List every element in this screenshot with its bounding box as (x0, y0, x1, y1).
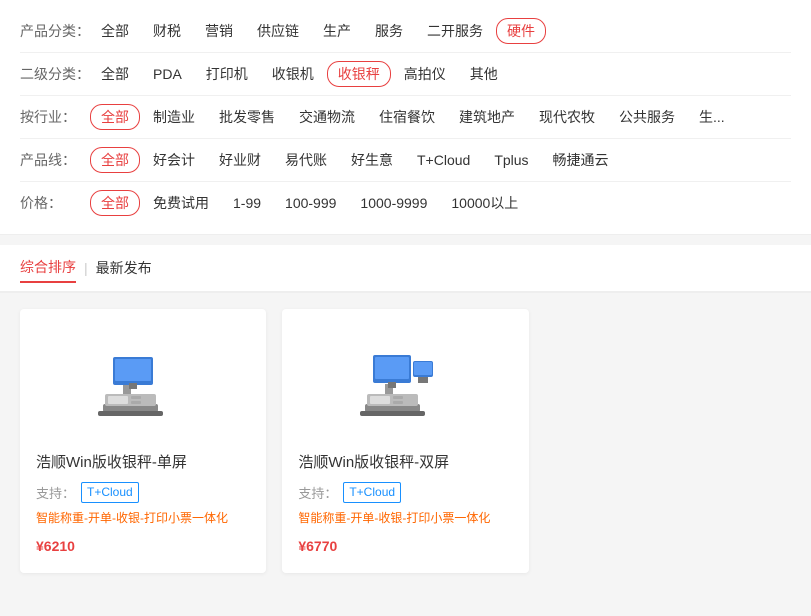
filter-item[interactable]: 交通物流 (288, 104, 366, 130)
filter-item[interactable]: 批发零售 (208, 104, 286, 130)
product-card-1[interactable]: 浩顺Win版收银秤-单屏 支持： T+Cloud 智能称重-开单-收银-打印小票… (20, 309, 266, 573)
product-card-2[interactable]: 浩顺Win版收银秤-双屏 支持： T+Cloud 智能称重-开单-收银-打印小票… (282, 309, 528, 573)
filter-item[interactable]: 现代农牧 (528, 104, 606, 130)
filter-item[interactable]: 建筑地产 (448, 104, 526, 130)
filter-item-active[interactable]: 全部 (90, 190, 140, 216)
product-line-items: 全部 好会计 好业财 易代账 好生意 T+Cloud Tplus 畅捷通云 (90, 147, 620, 173)
filter-item[interactable]: 收银机 (261, 61, 325, 87)
product-price-1: ¥6210 (36, 534, 250, 557)
sort-comprehensive[interactable]: 综合排序 (20, 253, 76, 283)
filter-item[interactable]: 其他 (459, 61, 509, 87)
sort-newest[interactable]: 最新发布 (96, 254, 152, 282)
industry-items: 全部 制造业 批发零售 交通物流 住宿餐饮 建筑地产 现代农牧 公共服务 生..… (90, 104, 736, 130)
product-name-1: 浩顺Win版收银秤-单屏 (36, 451, 250, 472)
filter-item-active[interactable]: 全部 (90, 104, 140, 130)
main-container: 产品分类： 全部 财税 营销 供应链 生产 服务 二开服务 硬件 二级分类： 全… (0, 0, 811, 589)
industry-label: 按行业： (20, 107, 90, 127)
product-desc-2: 智能称重-开单-收银-打印小票一体化 (298, 509, 512, 526)
filter-item[interactable]: 1-99 (222, 192, 272, 214)
filter-item[interactable]: 畅捷通云 (542, 147, 620, 173)
filter-item[interactable]: 100-999 (274, 192, 347, 214)
filter-item[interactable]: 公共服务 (608, 104, 686, 130)
product-line-label: 产品线： (20, 150, 90, 170)
product-image-svg-2 (355, 339, 455, 429)
filter-item-active[interactable]: 收银秤 (327, 61, 391, 87)
price-number-2: 6770 (306, 538, 337, 554)
price-symbol: ¥ (36, 538, 44, 554)
price-label: 价格： (20, 193, 90, 213)
product-category-label: 产品分类： (20, 21, 90, 41)
filter-item[interactable]: 好会计 (142, 147, 206, 173)
filter-item[interactable]: 免费试用 (142, 190, 220, 216)
filter-item[interactable]: 二开服务 (416, 18, 494, 44)
product-support-2: 支持： T+Cloud (298, 482, 512, 503)
filter-row-price: 价格： 全部 免费试用 1-99 100-999 1000-9999 10000… (20, 182, 791, 224)
filter-item[interactable]: 生... (688, 104, 736, 130)
product-image-svg-1 (93, 339, 193, 429)
filter-item-active[interactable]: 硬件 (496, 18, 546, 44)
support-label-1: 支持： (36, 483, 75, 502)
product-price-2: ¥6770 (298, 534, 512, 557)
price-items: 全部 免费试用 1-99 100-999 1000-9999 10000以上 (90, 190, 529, 216)
filter-item[interactable]: 全部 (90, 61, 140, 87)
filter-item[interactable]: PDA (142, 63, 193, 85)
filter-item[interactable]: 好业财 (208, 147, 272, 173)
filter-item[interactable]: 供应链 (246, 18, 310, 44)
price-number-1: 6210 (44, 538, 75, 554)
filter-item[interactable]: Tplus (483, 149, 539, 171)
product-grid: 浩顺Win版收银秤-单屏 支持： T+Cloud 智能称重-开单-收银-打印小票… (0, 293, 811, 589)
product-image-1 (36, 329, 250, 439)
filter-item[interactable]: 10000以上 (440, 190, 529, 216)
filter-item[interactable]: T+Cloud (406, 149, 481, 171)
sort-bar: 综合排序 | 最新发布 (0, 245, 811, 293)
filter-item[interactable]: 制造业 (142, 104, 206, 130)
filter-row-product-category: 产品分类： 全部 财税 营销 供应链 生产 服务 二开服务 硬件 (20, 10, 791, 53)
filter-item[interactable]: 住宿餐饮 (368, 104, 446, 130)
product-image-2 (298, 329, 512, 439)
filter-section: 产品分类： 全部 财税 营销 供应链 生产 服务 二开服务 硬件 二级分类： 全… (0, 0, 811, 235)
sort-divider: | (84, 260, 88, 276)
filter-row-industry: 按行业： 全部 制造业 批发零售 交通物流 住宿餐饮 建筑地产 现代农牧 公共服… (20, 96, 791, 139)
product-category-items: 全部 财税 营销 供应链 生产 服务 二开服务 硬件 (90, 18, 546, 44)
filter-item[interactable]: 高拍仪 (393, 61, 457, 87)
filter-item[interactable]: 服务 (364, 18, 414, 44)
filter-item-active[interactable]: 全部 (90, 147, 140, 173)
secondary-category-label: 二级分类： (20, 64, 90, 84)
filter-row-product-line: 产品线： 全部 好会计 好业财 易代账 好生意 T+Cloud Tplus 畅捷… (20, 139, 791, 182)
filter-item[interactable]: 好生意 (340, 147, 404, 173)
price-symbol-2: ¥ (298, 538, 306, 554)
filter-row-secondary-category: 二级分类： 全部 PDA 打印机 收银机 收银秤 高拍仪 其他 (20, 53, 791, 96)
filter-item[interactable]: 易代账 (274, 147, 338, 173)
secondary-category-items: 全部 PDA 打印机 收银机 收银秤 高拍仪 其他 (90, 61, 509, 87)
filter-item[interactable]: 生产 (312, 18, 362, 44)
product-name-2: 浩顺Win版收银秤-双屏 (298, 451, 512, 472)
filter-item[interactable]: 1000-9999 (349, 192, 438, 214)
product-desc-1: 智能称重-开单-收银-打印小票一体化 (36, 509, 250, 526)
product-support-1: 支持： T+Cloud (36, 482, 250, 503)
filter-item[interactable]: 打印机 (195, 61, 259, 87)
filter-item[interactable]: 全部 (90, 18, 140, 44)
filter-item[interactable]: 营销 (194, 18, 244, 44)
support-tag-2: T+Cloud (343, 482, 401, 503)
filter-item[interactable]: 财税 (142, 18, 192, 44)
support-label-2: 支持： (298, 483, 337, 502)
support-tag-1: T+Cloud (81, 482, 139, 503)
